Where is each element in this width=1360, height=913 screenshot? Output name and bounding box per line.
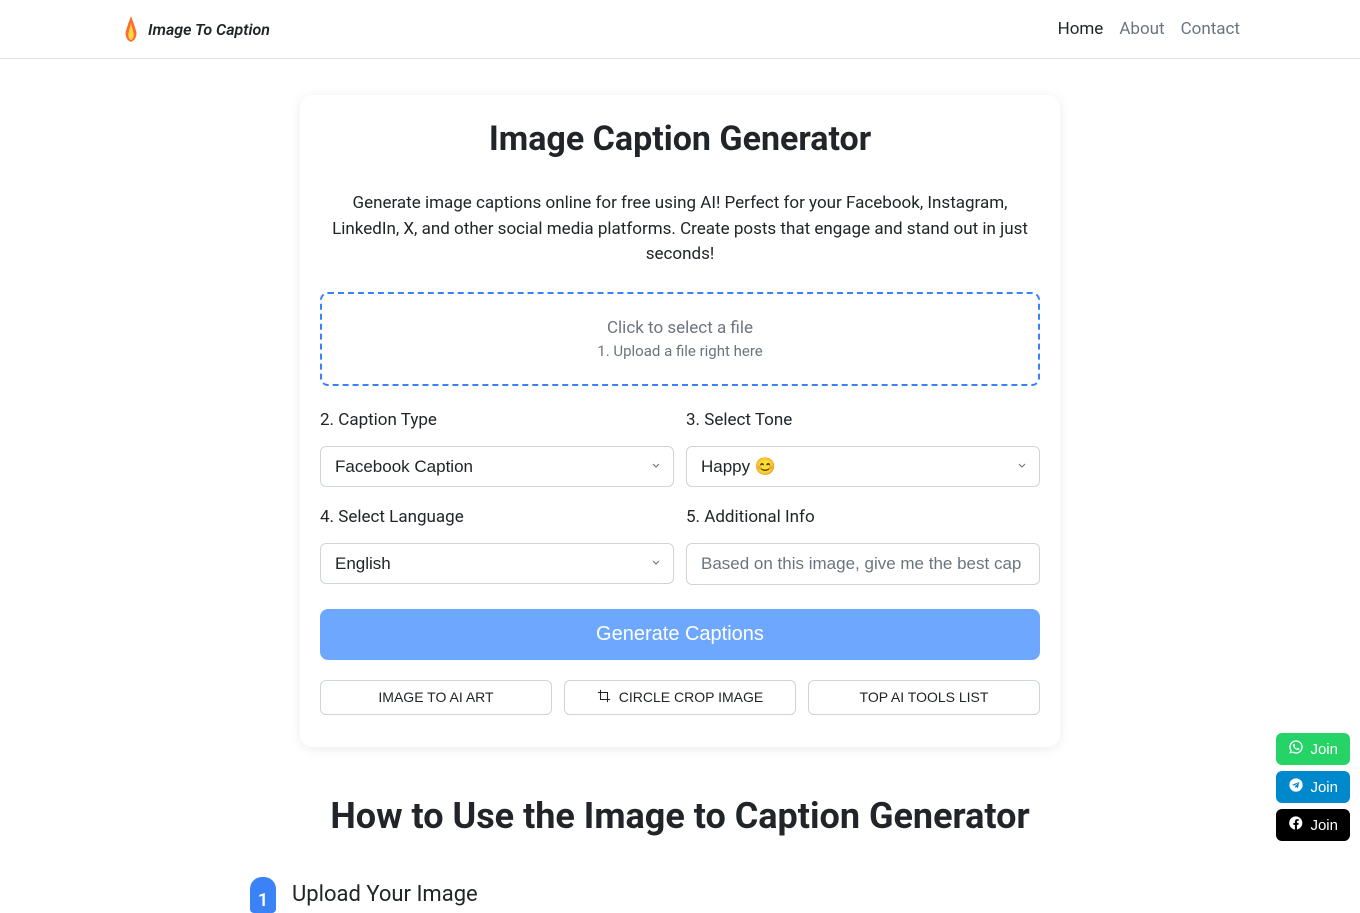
nav-links: Home About Contact bbox=[1058, 19, 1240, 39]
facebook-icon bbox=[1288, 815, 1304, 835]
link-btn-label: CIRCLE CROP IMAGE bbox=[619, 689, 763, 705]
top-ai-tools-button[interactable]: TOP AI TOOLS LIST bbox=[808, 680, 1040, 715]
float-btn-label: Join bbox=[1310, 779, 1338, 796]
image-to-ai-art-button[interactable]: IMAGE TO AI ART bbox=[320, 680, 552, 715]
step-number-badge: 1 bbox=[250, 877, 276, 913]
floating-social-buttons: Join Join Join bbox=[1276, 733, 1350, 841]
caption-type-group: 2. Caption Type Facebook Caption bbox=[320, 410, 674, 487]
logo-text: Image To Caption bbox=[148, 20, 270, 39]
page-title: Image Caption Generator bbox=[320, 119, 1040, 159]
nav-home[interactable]: Home bbox=[1058, 19, 1104, 39]
float-btn-label: Join bbox=[1310, 817, 1338, 834]
logo[interactable]: Image To Caption bbox=[120, 13, 270, 45]
info-label: 5. Additional Info bbox=[686, 507, 1040, 527]
file-dropzone[interactable]: Click to select a file 1. Upload a file … bbox=[320, 292, 1040, 386]
nav-about[interactable]: About bbox=[1119, 19, 1164, 39]
page-description: Generate image captions online for free … bbox=[320, 191, 1040, 268]
howto-title: How to Use the Image to Caption Generato… bbox=[250, 795, 1110, 837]
step-title: Upload Your Image bbox=[292, 882, 478, 907]
circle-crop-button[interactable]: CIRCLE CROP IMAGE bbox=[564, 680, 796, 715]
join-telegram-button[interactable]: Join bbox=[1276, 771, 1350, 803]
float-btn-label: Join bbox=[1310, 741, 1338, 758]
tone-label: 3. Select Tone bbox=[686, 410, 1040, 430]
join-whatsapp-button[interactable]: Join bbox=[1276, 733, 1350, 765]
link-btn-label: TOP AI TOOLS LIST bbox=[860, 689, 989, 705]
generate-captions-button[interactable]: Generate Captions bbox=[320, 609, 1040, 660]
telegram-icon bbox=[1288, 777, 1304, 797]
language-select[interactable]: English bbox=[320, 543, 674, 584]
crop-icon bbox=[597, 689, 611, 706]
navbar: Image To Caption Home About Contact bbox=[0, 0, 1360, 59]
generator-card: Image Caption Generator Generate image c… bbox=[300, 95, 1060, 747]
caption-type-select[interactable]: Facebook Caption bbox=[320, 446, 674, 487]
caption-type-label: 2. Caption Type bbox=[320, 410, 674, 430]
dropzone-subtitle: 1. Upload a file right here bbox=[338, 342, 1022, 360]
nav-contact[interactable]: Contact bbox=[1181, 19, 1240, 39]
tone-select[interactable]: Happy 😊 bbox=[686, 446, 1040, 487]
step-1: 1 Upload Your Image bbox=[250, 877, 1110, 913]
logo-icon bbox=[120, 13, 142, 45]
language-group: 4. Select Language English bbox=[320, 507, 674, 585]
language-label: 4. Select Language bbox=[320, 507, 674, 527]
additional-info-input[interactable] bbox=[686, 543, 1040, 585]
dropzone-title: Click to select a file bbox=[338, 318, 1022, 338]
tone-group: 3. Select Tone Happy 😊 bbox=[686, 410, 1040, 487]
whatsapp-icon bbox=[1288, 739, 1304, 759]
link-btn-label: IMAGE TO AI ART bbox=[378, 689, 493, 705]
join-facebook-button[interactable]: Join bbox=[1276, 809, 1350, 841]
howto-section: How to Use the Image to Caption Generato… bbox=[130, 795, 1230, 913]
info-group: 5. Additional Info bbox=[686, 507, 1040, 585]
